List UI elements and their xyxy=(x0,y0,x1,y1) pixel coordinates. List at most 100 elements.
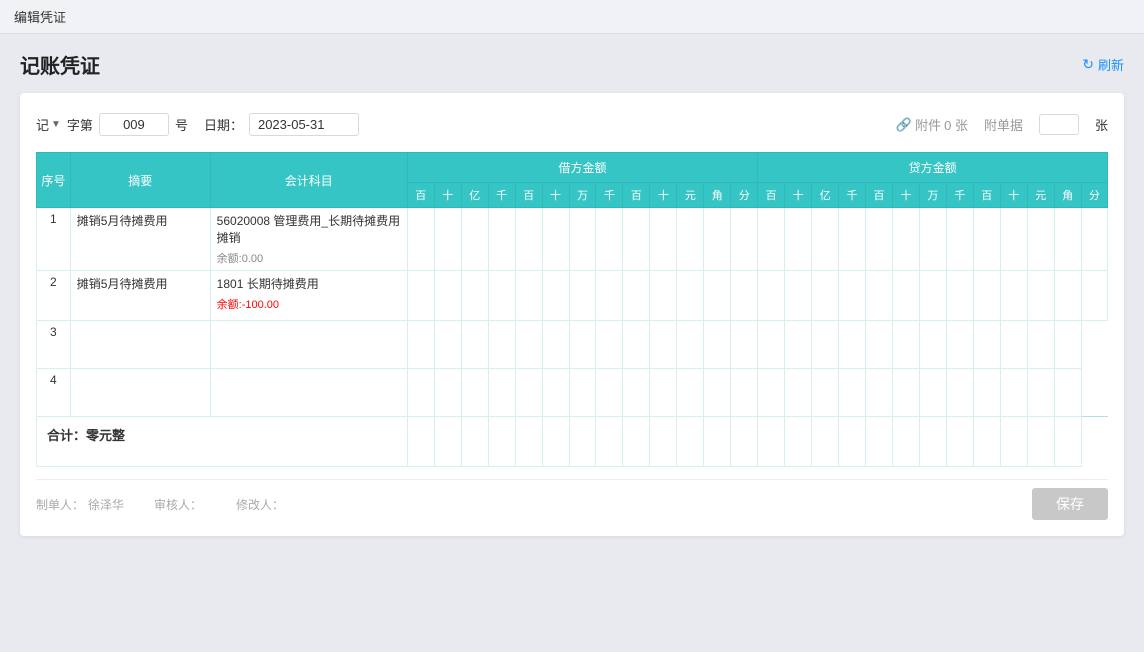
row2-c12[interactable] xyxy=(1054,271,1081,321)
row2-d6[interactable] xyxy=(542,271,569,321)
row1-summary[interactable]: 摊销5月待摊费用 xyxy=(70,208,210,271)
row1-account[interactable]: 56020008 管理费用_长期待摊费用摊销 余额:0.00 xyxy=(210,208,407,271)
row1-c13[interactable] xyxy=(1081,208,1107,271)
row4-account[interactable] xyxy=(210,369,407,417)
type-label: 记 xyxy=(36,115,49,134)
voucher-card: 记 ▼ 字第 号 日期： 🔗 附件 0 张 附单据 张 xyxy=(20,93,1124,536)
zhang-label: 张 xyxy=(1095,115,1108,134)
debit-bai: 百 xyxy=(623,183,650,208)
debit-fen: 分 xyxy=(731,183,758,208)
row2-c6[interactable] xyxy=(892,271,919,321)
row2-c9[interactable] xyxy=(973,271,1000,321)
chevron-down-icon: ▼ xyxy=(51,119,61,130)
row1-d11[interactable] xyxy=(677,208,704,271)
main-content: 记账凭证 ↻ 刷新 记 ▼ 字第 号 日期： � xyxy=(0,34,1144,652)
row2-d11[interactable] xyxy=(677,271,704,321)
zhang-count-input[interactable] xyxy=(1039,114,1079,135)
row1-d2[interactable] xyxy=(434,208,461,271)
row1-d3[interactable] xyxy=(461,208,488,271)
paperclip-icon: 🔗 xyxy=(896,117,912,133)
attachments-area: 🔗 附件 0 张 附单据 张 xyxy=(896,114,1108,135)
row1-d4[interactable] xyxy=(488,208,515,271)
refresh-button[interactable]: ↻ 刷新 xyxy=(1082,55,1124,74)
row1-d6[interactable] xyxy=(542,208,569,271)
row1-c1[interactable] xyxy=(758,208,785,271)
row2-d9[interactable] xyxy=(623,271,650,321)
row1-d9[interactable] xyxy=(623,208,650,271)
row2-d3[interactable] xyxy=(461,271,488,321)
table-row: 4 xyxy=(37,369,1108,417)
row1-c8[interactable] xyxy=(946,208,973,271)
row2-d8[interactable] xyxy=(596,271,623,321)
attach-doc-link[interactable]: 附单据 xyxy=(984,115,1023,134)
row1-c11[interactable] xyxy=(1027,208,1054,271)
type-select[interactable]: 记 ▼ xyxy=(36,115,61,134)
credit-shi-yi: 十 xyxy=(785,183,812,208)
row1-d13[interactable] xyxy=(731,208,758,271)
row2-d12[interactable] xyxy=(704,271,731,321)
row2-c11[interactable] xyxy=(1027,271,1054,321)
col-debit-group: 借方金额 xyxy=(407,153,757,183)
row1-d12[interactable] xyxy=(704,208,731,271)
row2-d7[interactable] xyxy=(569,271,596,321)
credit-shi-wan: 十 xyxy=(892,183,919,208)
date-group: 日期： xyxy=(204,113,359,136)
col-seq: 序号 xyxy=(37,153,71,208)
row2-c3[interactable] xyxy=(812,271,839,321)
creator-item: 制单人： 徐泽华 xyxy=(36,496,124,513)
row2-c13[interactable] xyxy=(1081,271,1107,321)
creator-label: 制单人： xyxy=(36,496,84,513)
row2-d1[interactable] xyxy=(407,271,434,321)
row4-summary[interactable] xyxy=(70,369,210,417)
row2-d5[interactable] xyxy=(515,271,542,321)
creator-value: 徐泽华 xyxy=(88,496,124,513)
row1-d8[interactable] xyxy=(596,208,623,271)
credit-fen: 分 xyxy=(1081,183,1107,208)
row3-account[interactable] xyxy=(210,321,407,369)
row1-c10[interactable] xyxy=(1000,208,1027,271)
row2-c5[interactable] xyxy=(866,271,893,321)
row2-c2[interactable] xyxy=(785,271,812,321)
modifier-item: 修改人： xyxy=(236,496,288,513)
type-group: 记 ▼ 字第 号 xyxy=(36,113,188,136)
row2-c8[interactable] xyxy=(946,271,973,321)
date-label: 日期： xyxy=(204,115,243,134)
footer-bar: 制单人： 徐泽华 审核人： 修改人： 保存 xyxy=(36,479,1108,520)
credit-bai-wan: 百 xyxy=(866,183,893,208)
row4-seq: 4 xyxy=(37,369,71,417)
row2-c4[interactable] xyxy=(839,271,866,321)
row2-summary[interactable]: 摊销5月待摊费用 xyxy=(70,271,210,321)
row1-c3[interactable] xyxy=(812,208,839,271)
credit-qian: 千 xyxy=(946,183,973,208)
date-input[interactable] xyxy=(249,113,359,136)
row2-d10[interactable] xyxy=(650,271,677,321)
row3-summary[interactable] xyxy=(70,321,210,369)
table-row: 2 摊销5月待摊费用 1801 长期待摊费用 余额:-100.00 xyxy=(37,271,1108,321)
row2-d13[interactable] xyxy=(731,271,758,321)
row2-c1[interactable] xyxy=(758,271,785,321)
attachment-label: 附件 xyxy=(915,115,941,134)
row2-c7[interactable] xyxy=(919,271,946,321)
row1-c9[interactable] xyxy=(973,208,1000,271)
row1-d5[interactable] xyxy=(515,208,542,271)
row2-account[interactable]: 1801 长期待摊费用 余额:-100.00 xyxy=(210,271,407,321)
row1-c2[interactable] xyxy=(785,208,812,271)
row1-d1[interactable] xyxy=(407,208,434,271)
row2-c10[interactable] xyxy=(1000,271,1027,321)
save-button[interactable]: 保存 xyxy=(1032,488,1108,520)
credit-shi: 十 xyxy=(1000,183,1027,208)
row1-d7[interactable] xyxy=(569,208,596,271)
voucher-number-input[interactable] xyxy=(99,113,169,136)
row1-c12[interactable] xyxy=(1054,208,1081,271)
row1-c6[interactable] xyxy=(892,208,919,271)
row1-c5[interactable] xyxy=(866,208,893,271)
attachment-link[interactable]: 🔗 附件 0 张 xyxy=(896,115,968,134)
table-row: 1 摊销5月待摊费用 56020008 管理费用_长期待摊费用摊销 余额:0.0… xyxy=(37,208,1108,271)
row1-d10[interactable] xyxy=(650,208,677,271)
row2-d4[interactable] xyxy=(488,271,515,321)
credit-bai-yi: 百 xyxy=(758,183,785,208)
credit-qian-wan: 千 xyxy=(839,183,866,208)
row1-c7[interactable] xyxy=(919,208,946,271)
row2-d2[interactable] xyxy=(434,271,461,321)
row1-c4[interactable] xyxy=(839,208,866,271)
